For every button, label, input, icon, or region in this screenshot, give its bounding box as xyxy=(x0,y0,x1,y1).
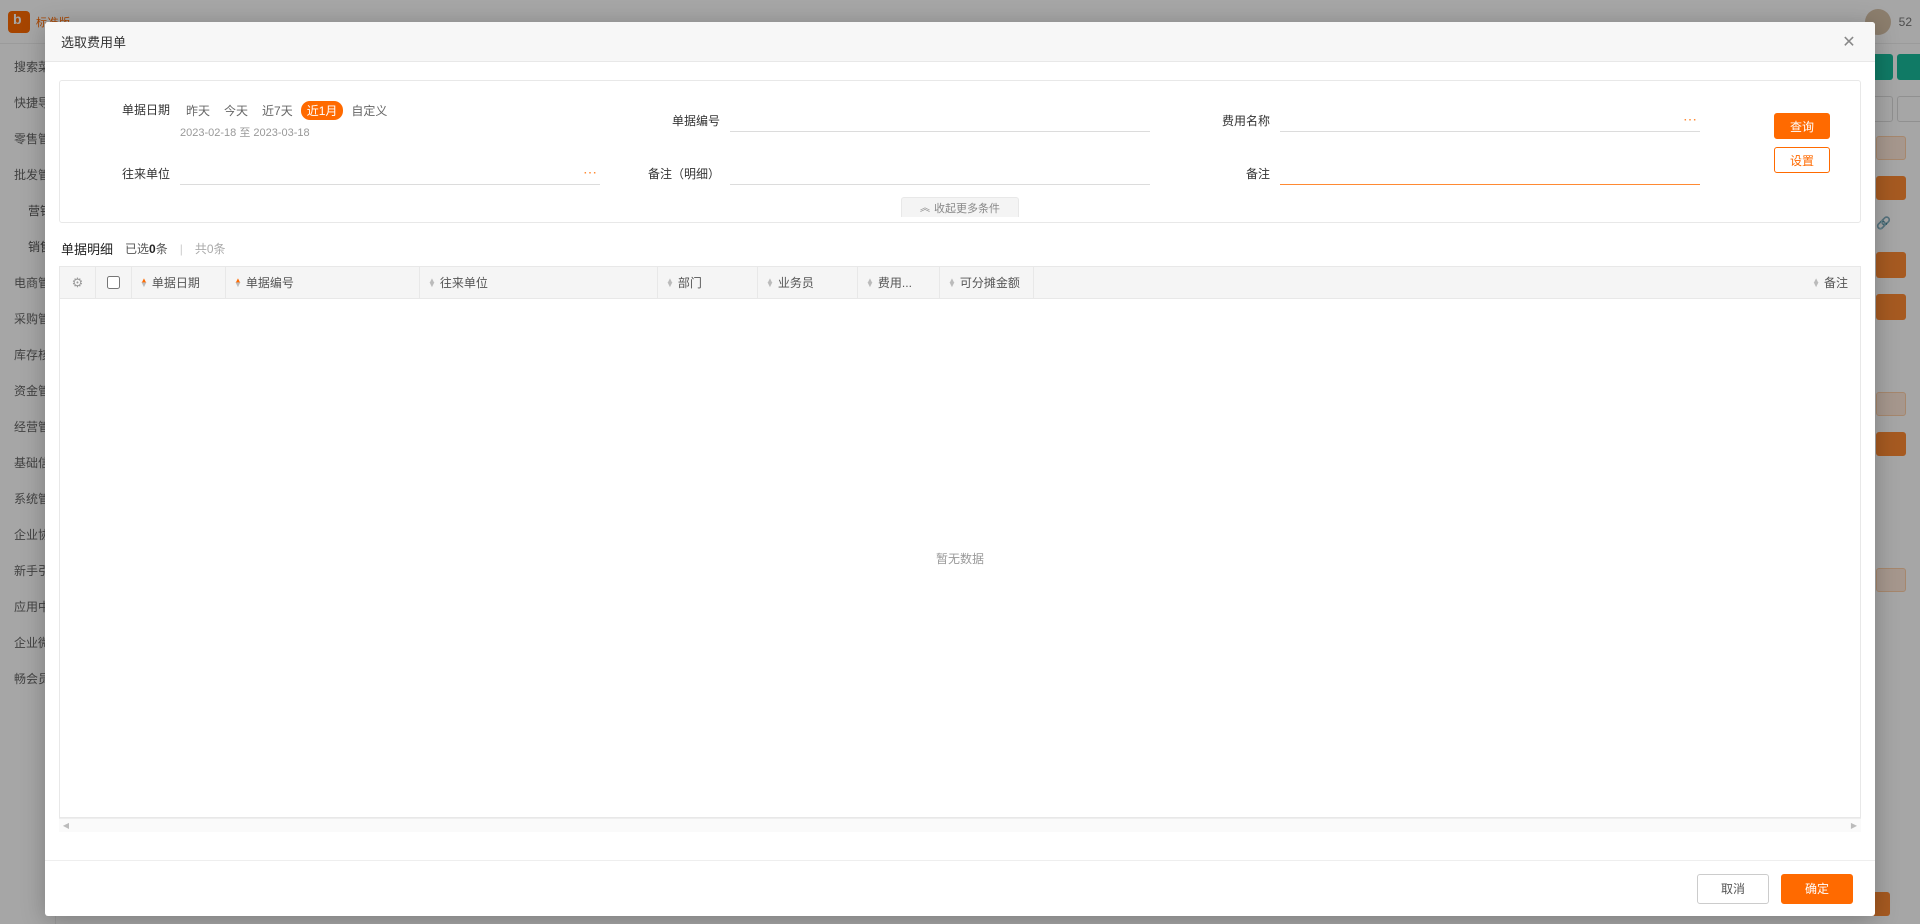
col-amount[interactable]: 可分摊金额 xyxy=(940,267,1034,298)
collapse-conditions-toggle[interactable]: 收起更多条件 xyxy=(901,197,1019,217)
filter-panel: 单据日期 昨天 今天 近7天 近1月 自定义 2023-02-18 至 2023… xyxy=(59,80,1861,223)
settings-button[interactable]: 设置 xyxy=(1774,147,1830,173)
total-count: 共0条 xyxy=(195,240,226,257)
selected-count: 已选0条 xyxy=(125,240,168,257)
select-all-checkbox[interactable] xyxy=(107,276,120,289)
sort-icon xyxy=(766,279,774,287)
col-date[interactable]: 单据日期 xyxy=(132,267,226,298)
filter-unit-label: 往来单位 xyxy=(90,165,180,182)
scroll-right-icon[interactable] xyxy=(1847,819,1861,832)
col-code[interactable]: 单据编号 xyxy=(226,267,420,298)
modal-body: 单据日期 昨天 今天 近7天 近1月 自定义 2023-02-18 至 2023… xyxy=(45,62,1875,860)
filter-remark-label: 备注 xyxy=(1190,165,1280,182)
detail-header: 单据明细 已选0条 | 共0条 xyxy=(61,239,1861,258)
close-icon[interactable]: ✕ xyxy=(1839,32,1859,52)
date-tab-1m[interactable]: 近1月 xyxy=(301,101,344,120)
collapse-label: 收起更多条件 xyxy=(934,200,1000,216)
date-range-text: 2023-02-18 至 2023-03-18 xyxy=(180,124,600,140)
remark-input[interactable] xyxy=(1280,162,1700,185)
filter-fee-label: 费用名称 xyxy=(1190,112,1280,129)
fee-name-input[interactable] xyxy=(1280,109,1700,132)
date-tab-custom[interactable]: 自定义 xyxy=(345,101,393,120)
column-settings-button[interactable] xyxy=(60,267,96,298)
scroll-left-icon[interactable] xyxy=(59,819,73,832)
date-tab-today[interactable]: 今天 xyxy=(218,101,254,120)
date-tab-yesterday[interactable]: 昨天 xyxy=(180,101,216,120)
detail-table: 单据日期 单据编号 往来单位 部门 业务员 费用... 可分摊金额 备注 暂无数… xyxy=(59,266,1861,818)
table-header: 单据日期 单据编号 往来单位 部门 业务员 费用... 可分摊金额 备注 xyxy=(60,267,1860,299)
filter-code-label: 单据编号 xyxy=(640,112,730,129)
col-dept[interactable]: 部门 xyxy=(658,267,758,298)
separator: | xyxy=(180,242,183,256)
unit-picker-icon[interactable]: ⋯ xyxy=(583,164,598,181)
gear-icon xyxy=(72,275,84,291)
select-expense-modal: 选取费用单 ✕ 单据日期 昨天 今天 近7天 近1月 xyxy=(45,22,1875,916)
fee-name-picker-icon[interactable]: ⋯ xyxy=(1683,111,1698,128)
select-all-cell[interactable] xyxy=(96,267,132,298)
cancel-button[interactable]: 取消 xyxy=(1697,874,1769,904)
modal-overlay: 选取费用单 ✕ 单据日期 昨天 今天 近7天 近1月 xyxy=(0,0,1920,924)
confirm-button[interactable]: 确定 xyxy=(1781,874,1853,904)
table-empty-body: 暂无数据 xyxy=(60,299,1860,817)
detail-title: 单据明细 xyxy=(61,239,113,258)
sort-icon xyxy=(666,279,674,287)
col-unit[interactable]: 往来单位 xyxy=(420,267,658,298)
modal-footer: 取消 确定 xyxy=(45,860,1875,916)
sort-icon xyxy=(948,279,956,287)
filter-detail-remark: 备注（明细） xyxy=(640,162,1150,185)
sort-icon xyxy=(428,279,436,287)
code-input[interactable] xyxy=(730,109,1150,132)
horizontal-scrollbar[interactable] xyxy=(59,818,1861,832)
filter-code: 单据编号 xyxy=(640,109,1150,132)
modal-title: 选取费用单 xyxy=(61,32,126,51)
sort-icon xyxy=(1812,279,1820,287)
sort-icon xyxy=(234,279,242,287)
filter-date: 单据日期 昨天 今天 近7天 近1月 自定义 2023-02-18 至 2023… xyxy=(90,101,600,140)
detail-remark-input[interactable] xyxy=(730,162,1150,185)
chevron-double-up-icon xyxy=(920,202,930,214)
sort-icon xyxy=(140,279,148,287)
filter-fee-name: 费用名称 ⋯ xyxy=(1190,109,1700,132)
filter-detail-remark-label: 备注（明细） xyxy=(640,165,730,182)
col-fee[interactable]: 费用... xyxy=(858,267,940,298)
filter-date-label: 单据日期 xyxy=(90,101,180,118)
query-button[interactable]: 查询 xyxy=(1774,113,1830,139)
col-agent[interactable]: 业务员 xyxy=(758,267,858,298)
col-remark[interactable]: 备注 xyxy=(1034,267,1860,298)
modal-header: 选取费用单 ✕ xyxy=(45,22,1875,62)
date-quick-tabs: 昨天 今天 近7天 近1月 自定义 xyxy=(180,101,600,120)
filter-remark: 备注 xyxy=(1190,162,1700,185)
date-tab-7d[interactable]: 近7天 xyxy=(256,101,299,120)
filter-unit: 往来单位 ⋯ xyxy=(90,162,600,185)
empty-text: 暂无数据 xyxy=(936,550,984,567)
sort-icon xyxy=(866,279,874,287)
unit-input[interactable] xyxy=(180,162,600,185)
